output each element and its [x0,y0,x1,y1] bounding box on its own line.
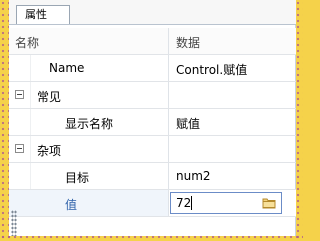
grid-header: 名称 数据 [9,28,296,55]
property-grid: 名称 数据 Name Control.赋值 常见 显示名称 赋值 杂项 目标 n… [9,28,296,217]
header-value-label: 数据 [176,36,201,50]
property-value: 赋值 [176,117,201,131]
category-value-cell [170,136,296,162]
property-row-value[interactable]: 值 72 [9,190,296,217]
value-editor-input[interactable]: 72 [170,192,282,214]
category-name-cell: 常见 [9,82,169,108]
property-label: Name [49,61,85,75]
property-name-cell: 值 [9,190,169,216]
property-row-target[interactable]: 目标 num2 [9,163,296,190]
category-label: 常见 [37,90,62,104]
header-value-cell: 数据 [170,28,296,54]
property-row-name[interactable]: Name Control.赋值 [9,55,296,82]
category-row-misc[interactable]: 杂项 [9,136,296,163]
resize-grip[interactable] [11,210,17,236]
category-name-cell: 杂项 [9,136,169,162]
property-value-cell[interactable]: num2 [170,163,296,189]
property-value: Control.赋值 [176,63,248,77]
property-label: 值 [65,198,78,212]
backdrop-right-dots [295,0,303,241]
tab-strip: 属性 [9,0,296,25]
category-label: 杂项 [37,144,62,158]
header-name-cell: 名称 [9,28,169,54]
property-name-cell: 目标 [9,163,169,189]
header-name-label: 名称 [15,36,40,50]
property-value: num2 [176,169,211,183]
category-row-common[interactable]: 常见 [9,82,296,109]
value-editor-text: 72 [176,196,192,210]
tab-properties[interactable]: 属性 [16,5,70,24]
property-label: 显示名称 [65,117,114,131]
text-caret [191,196,192,210]
property-label: 目标 [65,171,90,185]
property-value-cell[interactable]: 赋值 [170,109,296,135]
property-name-cell: 显示名称 [9,109,169,135]
property-value-cell[interactable]: 72 [170,190,296,216]
properties-panel: 属性 名称 数据 Name Control.赋值 常见 显示名称 赋值 杂项 目… [9,0,296,236]
property-name-cell: Name [9,55,169,81]
folder-icon[interactable] [262,197,276,209]
property-value-cell[interactable]: Control.赋值 [170,55,296,81]
category-value-cell [170,82,296,108]
property-row-display-name[interactable]: 显示名称 赋值 [9,109,296,136]
